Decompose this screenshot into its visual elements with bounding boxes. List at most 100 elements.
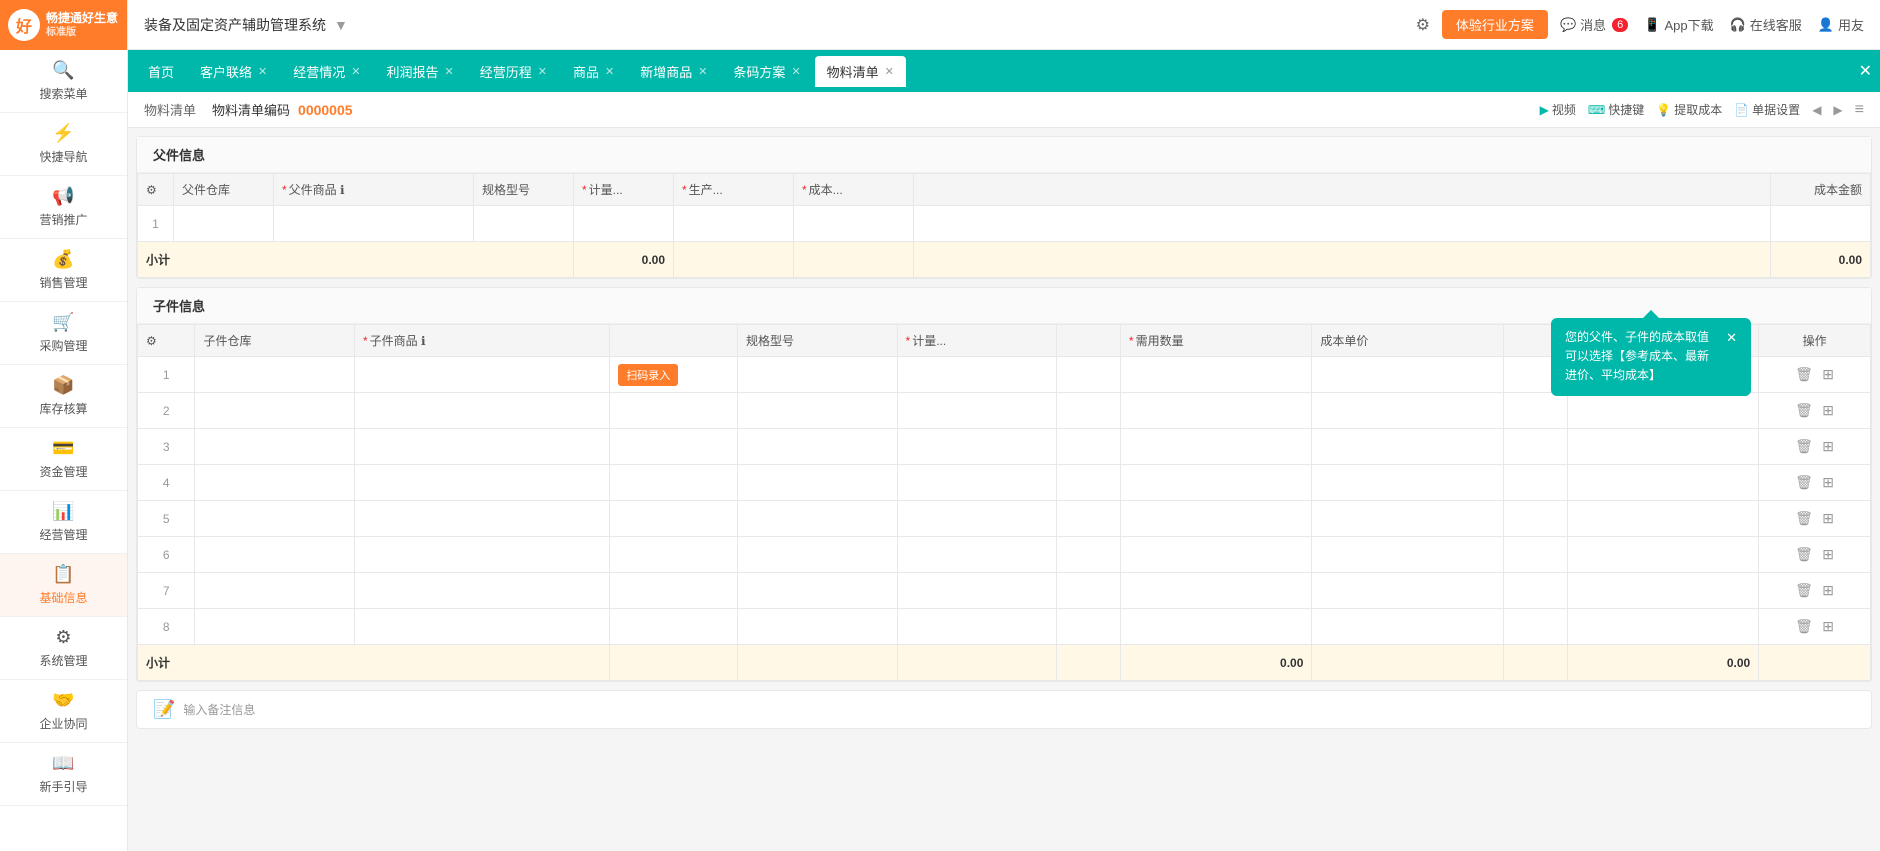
child-cell-goods-6[interactable]	[355, 537, 610, 573]
sidebar-item-经营管理[interactable]: 📊经营管理	[0, 491, 127, 554]
delete-icon-8[interactable]: 🗑	[1795, 618, 1813, 634]
child-cell-spec-3[interactable]	[737, 429, 897, 465]
nav-tab-close-2[interactable]: ✕	[351, 65, 360, 78]
parent-cell-produce-1[interactable]	[674, 206, 794, 242]
child-cell-uprice-6[interactable]	[1312, 537, 1503, 573]
child-cell-uprice-8[interactable]	[1312, 609, 1503, 645]
sidebar-item-基础信息[interactable]: 📋基础信息	[0, 554, 127, 617]
sidebar-item-系统管理[interactable]: ⚙系统管理	[0, 617, 127, 680]
child-cell-spec-8[interactable]	[737, 609, 897, 645]
user-item[interactable]: 👤 用友	[1818, 15, 1864, 34]
parent-cell-warehouse-1[interactable]	[174, 206, 274, 242]
child-cell-warehouse-4[interactable]	[195, 465, 355, 501]
copy-icon-5[interactable]: ⊞	[1822, 510, 1834, 526]
child-cell-qty-6[interactable]	[1120, 537, 1311, 573]
child-cell-qty-2[interactable]	[1120, 393, 1311, 429]
child-cell-uprice-5[interactable]	[1312, 501, 1503, 537]
delete-icon-3[interactable]: 🗑	[1795, 438, 1813, 454]
sidebar-item-企业协同[interactable]: 🤝企业协同	[0, 680, 127, 743]
child-cell-qty-3[interactable]	[1120, 429, 1311, 465]
shortcut-btn[interactable]: ⌨ 快捷键	[1588, 101, 1644, 118]
child-cell-warehouse-7[interactable]	[195, 573, 355, 609]
copy-icon-8[interactable]: ⊞	[1822, 618, 1834, 634]
child-cell-goods-8[interactable]	[355, 609, 610, 645]
gear-icon[interactable]: ⚙	[1416, 15, 1430, 35]
nav-tab-close-1[interactable]: ✕	[258, 65, 267, 78]
child-cell-uprice-1[interactable]	[1312, 357, 1503, 393]
child-cell-warehouse-8[interactable]	[195, 609, 355, 645]
child-cell-unit-3[interactable]	[897, 429, 1057, 465]
child-cell-qty-7[interactable]	[1120, 573, 1311, 609]
nav-tab-客户联络[interactable]: 客户联络 ✕	[188, 56, 279, 87]
nav-tab-close-6[interactable]: ✕	[698, 65, 707, 78]
copy-icon-3[interactable]: ⊞	[1822, 438, 1834, 454]
nav-prev-icon[interactable]: ◀	[1812, 103, 1821, 117]
sidebar-item-采购管理[interactable]: 🛒采购管理	[0, 302, 127, 365]
parent-cell-goods-1[interactable]	[274, 206, 474, 242]
parent-cell-spec-1[interactable]	[474, 206, 574, 242]
settings-btn[interactable]: 📄 单据设置	[1734, 101, 1800, 118]
child-cell-warehouse-5[interactable]	[195, 501, 355, 537]
nav-tab-物料清单[interactable]: 物料清单 ✕	[815, 56, 906, 87]
sidebar-item-营销推广[interactable]: 📢营销推广	[0, 176, 127, 239]
scan-button[interactable]: 扫码录入	[618, 364, 678, 386]
child-cell-unit-8[interactable]	[897, 609, 1057, 645]
nav-tab-close-3[interactable]: ✕	[445, 65, 454, 78]
nav-tab-利润报告[interactable]: 利润报告 ✕	[374, 56, 465, 87]
view-video-btn[interactable]: ▶ 视频	[1540, 101, 1576, 118]
sidebar-item-新手引导[interactable]: 📖新手引导	[0, 743, 127, 806]
child-cell-spec-7[interactable]	[737, 573, 897, 609]
nav-next-icon[interactable]: ▶	[1833, 103, 1842, 117]
child-cell-qty-5[interactable]	[1120, 501, 1311, 537]
child-cell-warehouse-2[interactable]	[195, 393, 355, 429]
nav-tab-首页[interactable]: 首页	[136, 56, 186, 87]
experience-button[interactable]: 体验行业方案	[1442, 10, 1548, 39]
child-cell-uprice-7[interactable]	[1312, 573, 1503, 609]
child-cell-uprice-2[interactable]	[1312, 393, 1503, 429]
delete-icon-6[interactable]: 🗑	[1795, 546, 1813, 562]
copy-icon-4[interactable]: ⊞	[1822, 474, 1834, 490]
child-cell-goods-5[interactable]	[355, 501, 610, 537]
breadcrumb-item-1[interactable]: 物料清单	[144, 100, 196, 119]
child-cell-unit-2[interactable]	[897, 393, 1057, 429]
nav-tab-新增商品[interactable]: 新增商品 ✕	[628, 56, 719, 87]
child-cell-qty-1[interactable]	[1120, 357, 1311, 393]
child-cell-warehouse-3[interactable]	[195, 429, 355, 465]
delete-icon-4[interactable]: 🗑	[1795, 474, 1813, 490]
child-cell-goods-2[interactable]	[355, 393, 610, 429]
child-cell-amount-2[interactable]	[1567, 393, 1758, 429]
child-cell-goods-3[interactable]	[355, 429, 610, 465]
parent-cell-amount-1[interactable]	[1771, 206, 1871, 242]
nav-tab-close-4[interactable]: ✕	[538, 65, 547, 78]
child-cell-warehouse-6[interactable]	[195, 537, 355, 573]
app-download-item[interactable]: 📱 App下载	[1644, 15, 1713, 34]
sidebar-item-库存核算[interactable]: 📦库存核算	[0, 365, 127, 428]
child-cell-amount-4[interactable]	[1567, 465, 1758, 501]
nav-tab-经营历程[interactable]: 经营历程 ✕	[468, 56, 559, 87]
title-arrow[interactable]: ▼	[334, 17, 348, 33]
child-cell-spec-2[interactable]	[737, 393, 897, 429]
delete-icon-5[interactable]: 🗑	[1795, 510, 1813, 526]
child-cell-amount-3[interactable]	[1567, 429, 1758, 465]
child-cell-amount-7[interactable]	[1567, 573, 1758, 609]
nav-tab-close-5[interactable]: ✕	[605, 65, 614, 78]
child-cell-spec-4[interactable]	[737, 465, 897, 501]
parent-cell-unit-1[interactable]	[574, 206, 674, 242]
message-item[interactable]: 💬 消息 6	[1560, 15, 1628, 34]
child-cell-goods-4[interactable]	[355, 465, 610, 501]
parent-cell-cost-1[interactable]	[794, 206, 914, 242]
tooltip-close-btn[interactable]: ✕	[1726, 328, 1737, 349]
child-cell-unit-4[interactable]	[897, 465, 1057, 501]
copy-icon-7[interactable]: ⊞	[1822, 582, 1834, 598]
child-cell-unit-7[interactable]	[897, 573, 1057, 609]
delete-icon-2[interactable]: 🗑	[1795, 402, 1813, 418]
child-cell-goods-1[interactable]	[355, 357, 610, 393]
sidebar-item-搜索菜单[interactable]: 🔍搜索菜单	[0, 50, 127, 113]
child-cell-uprice-4[interactable]	[1312, 465, 1503, 501]
child-cell-unit-6[interactable]	[897, 537, 1057, 573]
child-cell-unit-1[interactable]	[897, 357, 1057, 393]
copy-icon-1[interactable]: ⊞	[1822, 366, 1834, 382]
child-cell-goods-7[interactable]	[355, 573, 610, 609]
delete-icon-7[interactable]: 🗑	[1795, 582, 1813, 598]
child-cell-spec-5[interactable]	[737, 501, 897, 537]
